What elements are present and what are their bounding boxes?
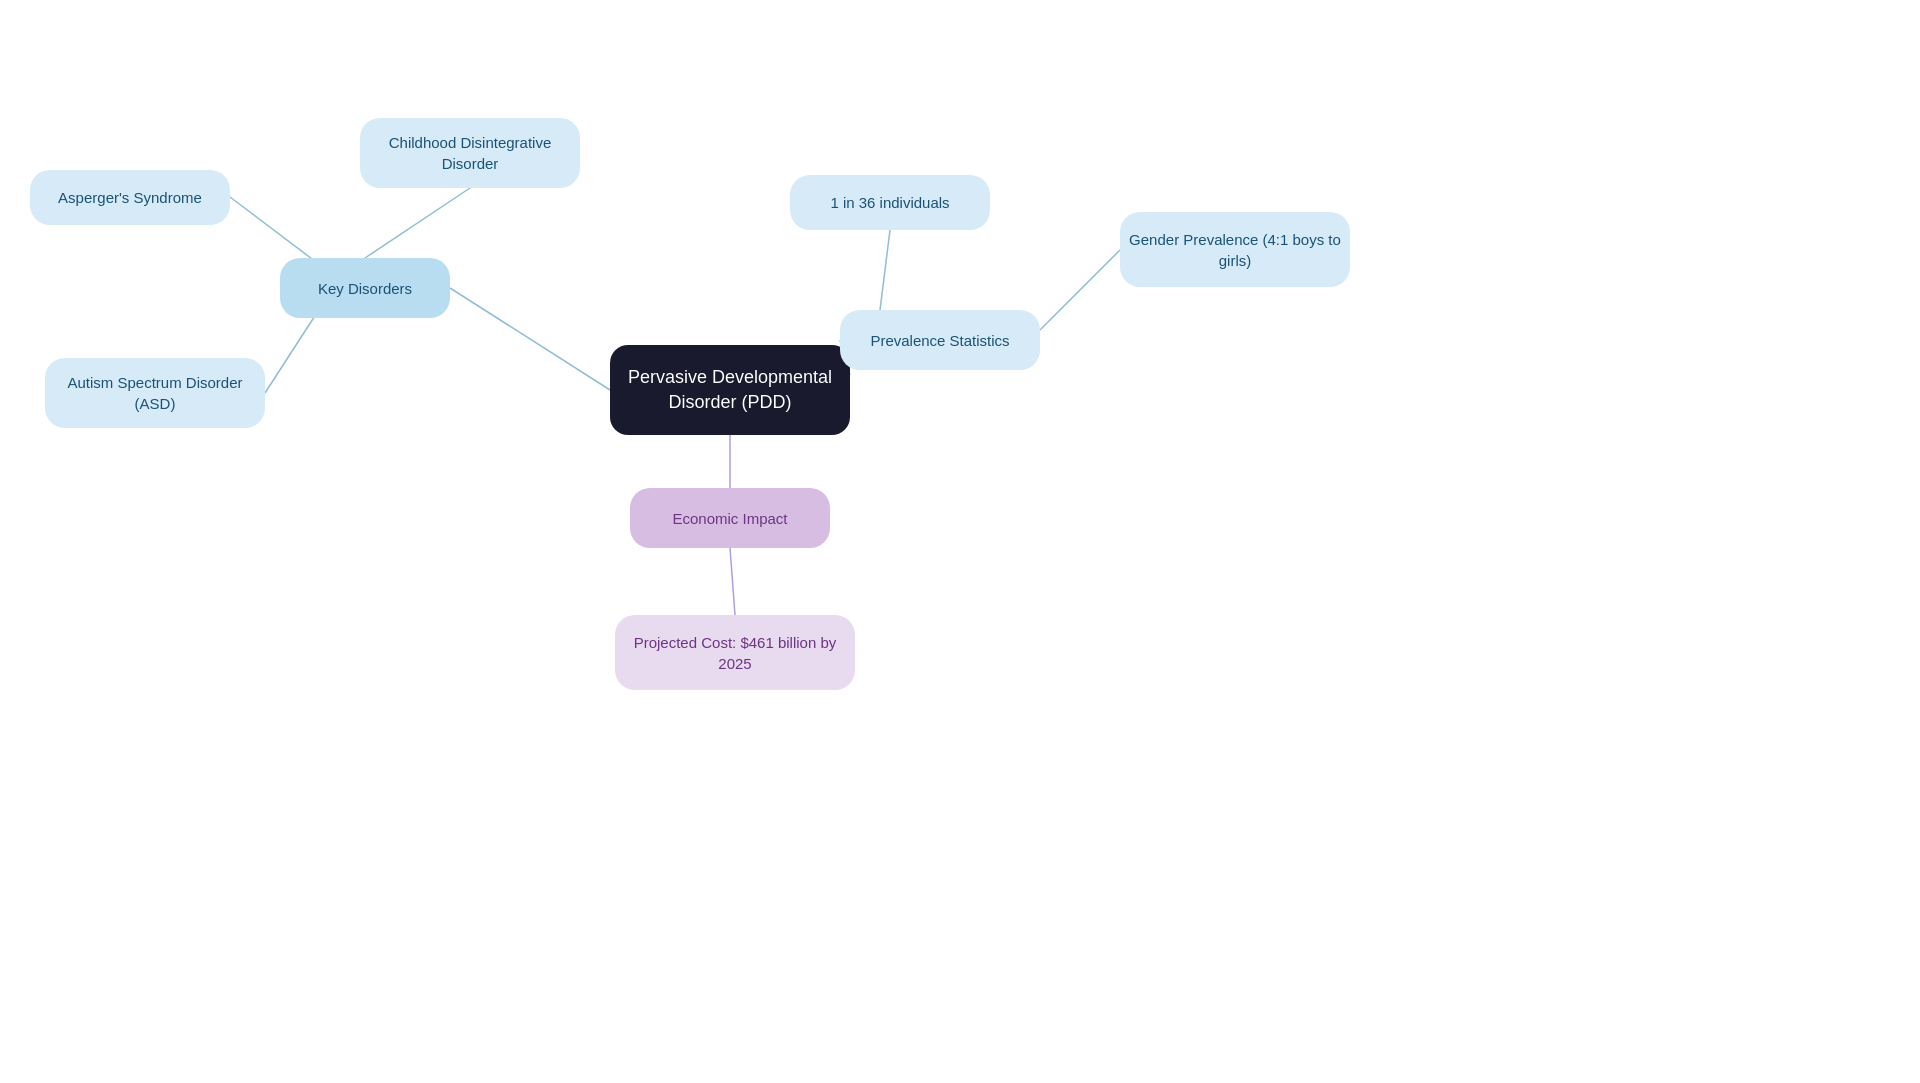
svg-line-8 [730,548,735,615]
gender-node[interactable]: Gender Prevalence (4:1 boys to girls) [1120,212,1350,287]
economic-label: Economic Impact [672,508,787,529]
svg-line-5 [880,230,890,310]
center-node[interactable]: Pervasive Developmental Disorder (PDD) [610,345,850,435]
economic-node[interactable]: Economic Impact [630,488,830,548]
svg-line-0 [450,288,610,390]
svg-line-6 [1040,250,1120,330]
key-disorders-node[interactable]: Key Disorders [280,258,450,318]
asd-label: Autism Spectrum Disorder (ASD) [45,372,265,414]
aspergers-label: Asperger's Syndrome [58,187,202,208]
gender-label: Gender Prevalence (4:1 boys to girls) [1120,229,1350,271]
aspergers-node[interactable]: Asperger's Syndrome [30,170,230,225]
projected-node[interactable]: Projected Cost: $461 billion by 2025 [615,615,855,690]
svg-line-1 [365,188,470,258]
one-in-36-label: 1 in 36 individuals [830,192,949,213]
key-disorders-label: Key Disorders [318,278,412,299]
childhood-node[interactable]: Childhood Disintegrative Disorder [360,118,580,188]
projected-label: Projected Cost: $461 billion by 2025 [615,632,855,674]
asd-node[interactable]: Autism Spectrum Disorder (ASD) [45,358,265,428]
one-in-36-node[interactable]: 1 in 36 individuals [790,175,990,230]
center-node-label: Pervasive Developmental Disorder (PDD) [610,365,850,415]
prevalence-node[interactable]: Prevalence Statistics [840,310,1040,370]
prevalence-label: Prevalence Statistics [870,330,1009,351]
svg-line-3 [265,308,320,393]
childhood-label: Childhood Disintegrative Disorder [360,132,580,174]
svg-line-2 [230,197,320,265]
